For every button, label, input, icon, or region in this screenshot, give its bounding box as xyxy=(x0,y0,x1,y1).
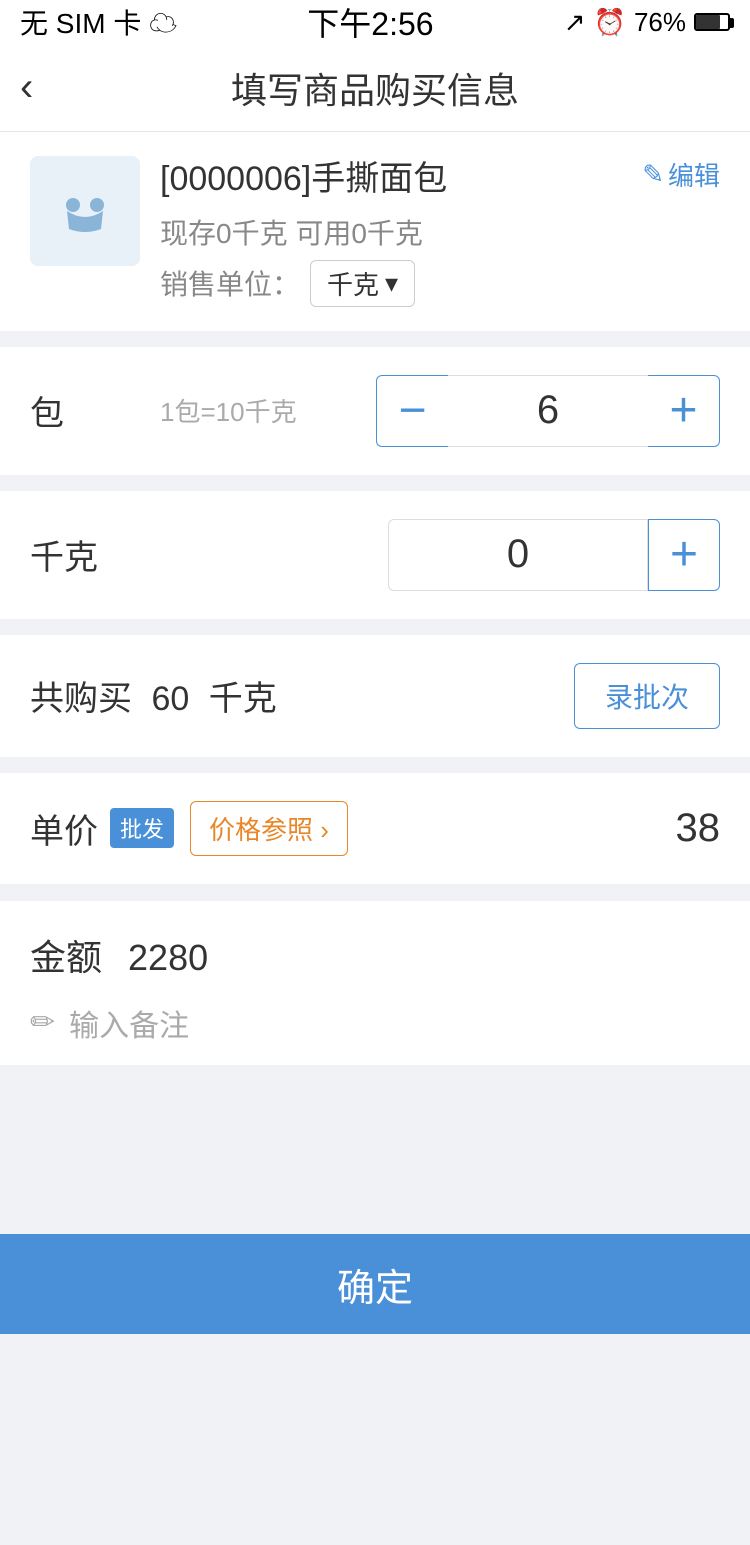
pencil-icon: ✏ xyxy=(30,1005,55,1040)
confirm-bar[interactable]: 确定 xyxy=(0,1234,750,1334)
price-label: 单价 xyxy=(30,804,98,853)
total-amount: 60 xyxy=(151,680,189,718)
total-text: 共购买 60 千克 xyxy=(30,671,277,720)
chevron-down-icon: ▾ xyxy=(385,268,398,299)
battery-icon xyxy=(694,13,730,31)
kg-section: 千克 + xyxy=(0,475,750,619)
alarm-icon: ⏰ xyxy=(594,7,626,38)
edit-button[interactable]: ✎ 编辑 xyxy=(642,156,720,193)
kg-plus-button[interactable]: + xyxy=(648,519,720,591)
price-section: 单价 批发 价格参照 › 38 xyxy=(0,773,750,885)
pack-plus-button[interactable]: + xyxy=(648,375,720,447)
nav-bar: ‹ 填写商品购买信息 xyxy=(0,44,750,132)
product-unit: 销售单位： 千克 ▾ xyxy=(160,260,720,307)
kg-label: 千克 xyxy=(30,530,150,579)
pack-sub: 1包=10千克 xyxy=(160,392,297,429)
product-card: [0000006]手撕面包 ✎ 编辑 现存0千克 可用0千克 销售单位： 千克 … xyxy=(0,132,750,331)
edit-icon: ✎ xyxy=(642,159,664,190)
sim-label: 无 SIM 卡 ☁ xyxy=(20,2,177,42)
product-stock: 现存0千克 可用0千克 xyxy=(160,212,720,252)
pack-controls: − + xyxy=(376,375,720,447)
product-info: [0000006]手撕面包 ✎ 编辑 现存0千克 可用0千克 销售单位： 千克 … xyxy=(160,156,720,307)
page-title: 填写商品购买信息 xyxy=(231,62,519,114)
price-value: 38 xyxy=(676,806,721,851)
confirm-button[interactable]: 确定 xyxy=(337,1257,413,1312)
status-time: 下午2:56 xyxy=(307,0,433,45)
kg-qty-input[interactable] xyxy=(388,519,648,591)
product-thumbnail xyxy=(30,156,140,266)
kg-controls: + xyxy=(388,519,720,591)
status-right: ↗ ⏰ 76% xyxy=(564,7,730,38)
unit-select[interactable]: 千克 ▾ xyxy=(310,260,415,307)
amount-row: 金额 2280 xyxy=(30,929,720,981)
kg-row: 千克 + xyxy=(0,491,750,619)
gps-icon: ↗ xyxy=(564,7,586,38)
battery-label: 76% xyxy=(634,7,686,38)
status-left: 无 SIM 卡 ☁ xyxy=(20,2,177,42)
pack-row: 包 1包=10千克 − + xyxy=(0,347,750,475)
total-row: 共购买 60 千克 录批次 xyxy=(0,635,750,757)
pack-minus-button[interactable]: − xyxy=(376,375,448,447)
pack-qty-input[interactable] xyxy=(448,375,648,447)
remark-label: 输入备注 xyxy=(69,1001,189,1045)
price-row: 单价 批发 价格参照 › 38 xyxy=(0,773,750,885)
back-button[interactable]: ‹ xyxy=(20,65,33,110)
amount-value: 2280 xyxy=(128,937,208,978)
pack-section: 包 1包=10千克 − + xyxy=(0,347,750,475)
batch-button[interactable]: 录批次 xyxy=(574,663,720,729)
price-tag-batch: 批发 xyxy=(110,808,174,848)
product-name: [0000006]手撕面包 xyxy=(160,156,447,204)
amount-section: 金额 2280 ✏ 输入备注 xyxy=(0,901,750,1065)
remark-row[interactable]: ✏ 输入备注 xyxy=(30,1001,720,1045)
status-bar: 无 SIM 卡 ☁ 下午2:56 ↗ ⏰ 76% xyxy=(0,0,750,44)
pack-label: 包 xyxy=(30,386,150,435)
price-ref-button[interactable]: 价格参照 › xyxy=(190,801,348,856)
